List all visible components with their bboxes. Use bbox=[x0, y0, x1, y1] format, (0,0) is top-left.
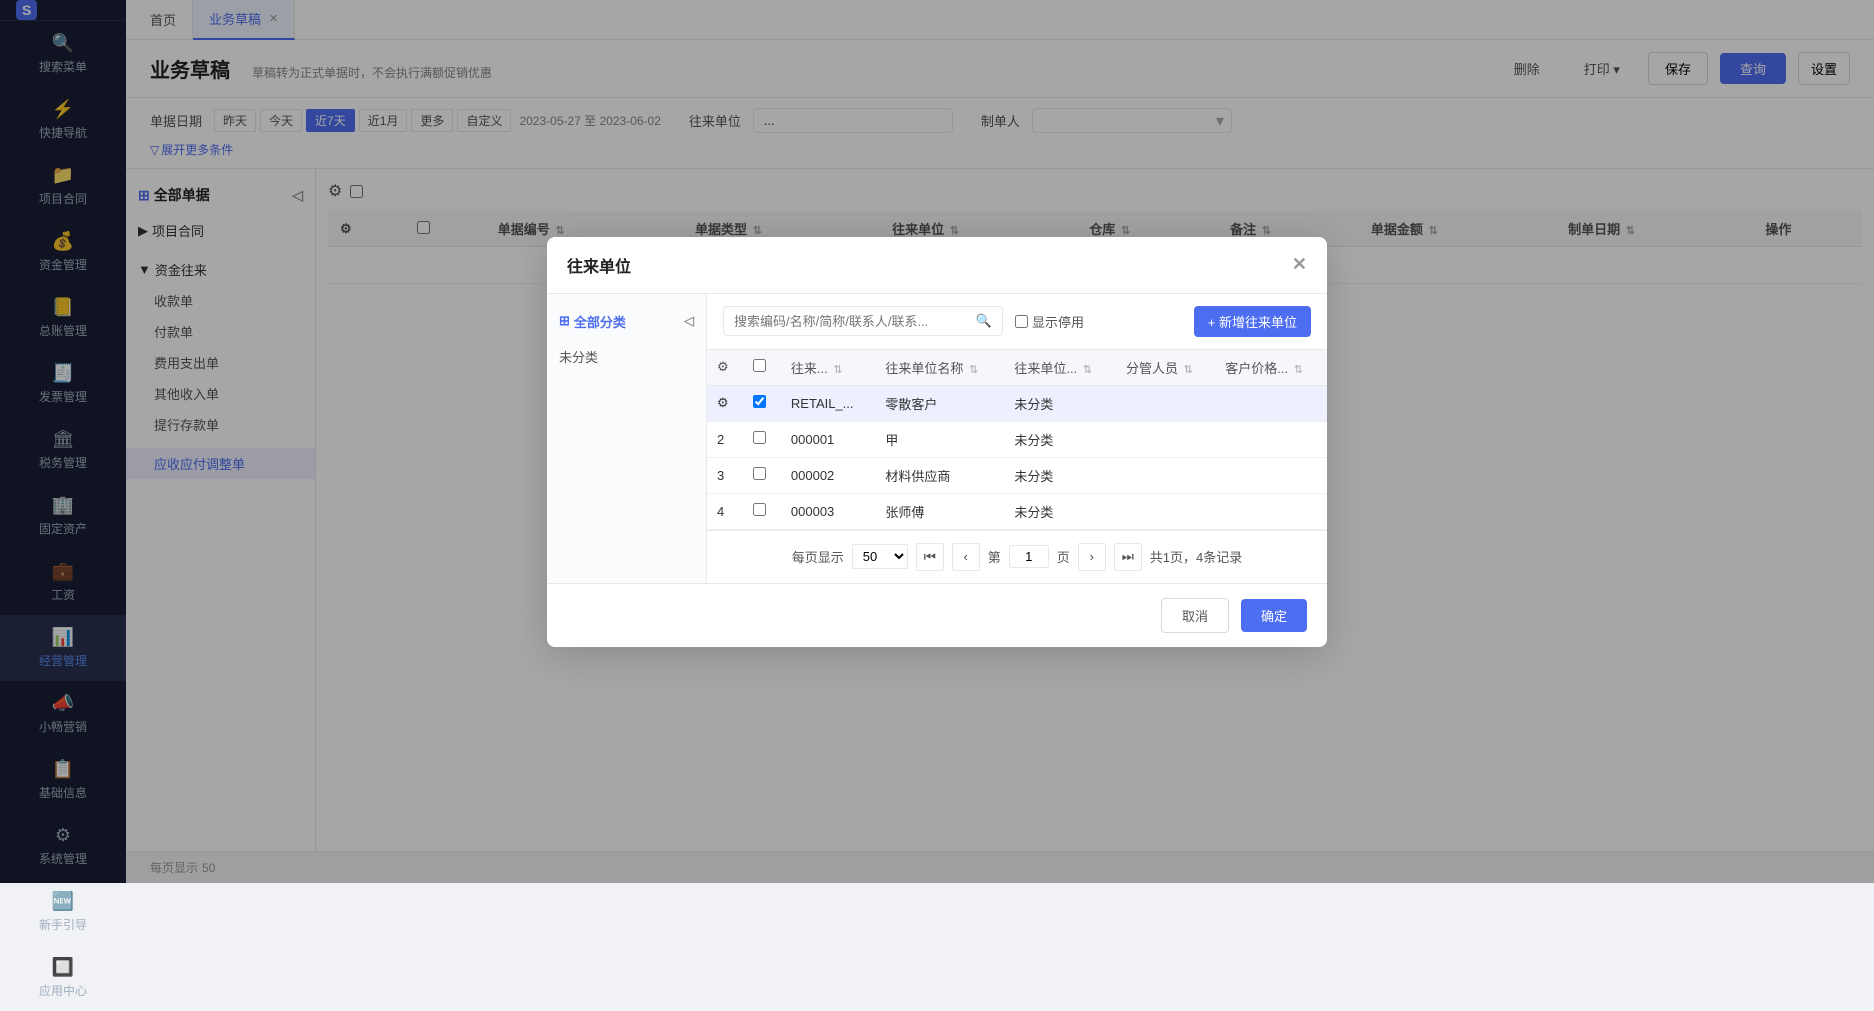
cancel-button[interactable]: 取消 bbox=[1161, 598, 1229, 633]
row-price bbox=[1215, 385, 1327, 421]
row-checkbox[interactable] bbox=[753, 431, 766, 444]
dtcol-code: 往来... ⇅ bbox=[781, 350, 875, 386]
row-price bbox=[1215, 421, 1327, 457]
dialog-title: 往来单位 bbox=[567, 253, 631, 277]
page-label: 第 bbox=[988, 547, 1001, 566]
row-check bbox=[743, 493, 781, 529]
row-code: 000001 bbox=[781, 421, 875, 457]
table-row[interactable]: 4 000003 张师傅 未分类 bbox=[707, 493, 1327, 529]
dialog-pagination: 每页显示 50 10 20 100 ⏮ ‹ 第 页 › ⏭ 共1页，4条记录 bbox=[707, 530, 1327, 583]
dialog-search-input-wrap: 🔍 bbox=[723, 306, 1003, 336]
row-manager bbox=[1116, 421, 1215, 457]
row-price bbox=[1215, 493, 1327, 529]
apps-icon: 🔲 bbox=[52, 957, 74, 978]
prev-page-button[interactable]: ‹ bbox=[952, 543, 980, 571]
dialog-footer: 取消 确定 bbox=[547, 583, 1327, 647]
dialog-search-bar: 🔍 显示停用 + 新增往来单位 bbox=[707, 294, 1327, 350]
row-manager bbox=[1116, 385, 1215, 421]
dialog-table-wrap: ⚙ 往来... ⇅ 往来单位名称 ⇅ 往来单位... ⇅ 分管人员 ⇅ 客户价格… bbox=[707, 350, 1327, 530]
row-no: 2 bbox=[707, 421, 743, 457]
dialog-body: ⊞ 全部分类 ◁ 未分类 🔍 显示停用 bbox=[547, 294, 1327, 583]
row-checkbox[interactable] bbox=[753, 395, 766, 408]
dialog-overlay: 往来单位 ✕ ⊞ 全部分类 ◁ 未分类 bbox=[0, 0, 1874, 883]
row-name: 零散客户 bbox=[875, 385, 1004, 421]
row-name: 张师傅 bbox=[875, 493, 1004, 529]
row-category: 未分类 bbox=[1004, 385, 1116, 421]
row-category: 未分类 bbox=[1004, 493, 1116, 529]
dialog-category-unclassified[interactable]: 未分类 bbox=[547, 339, 706, 374]
add-contact-unit-button[interactable]: + 新增往来单位 bbox=[1194, 306, 1311, 337]
dialog-select-all[interactable] bbox=[753, 359, 766, 372]
dtcol-name: 往来单位名称 ⇅ bbox=[875, 350, 1004, 386]
row-code: 000003 bbox=[781, 493, 875, 529]
show-disabled-checkbox[interactable] bbox=[1015, 315, 1028, 328]
row-manager bbox=[1116, 457, 1215, 493]
row-category: 未分类 bbox=[1004, 421, 1116, 457]
dtcol-price: 客户价格... ⇅ bbox=[1215, 350, 1327, 386]
dialog-category-panel: ⊞ 全部分类 ◁ 未分类 bbox=[547, 294, 707, 583]
first-page-button[interactable]: ⏮ bbox=[916, 543, 944, 571]
row-checkbox[interactable] bbox=[753, 467, 766, 480]
row-check bbox=[743, 421, 781, 457]
dtcol-check bbox=[743, 350, 781, 386]
dialog-category-header: ⊞ 全部分类 ◁ bbox=[547, 304, 706, 339]
search-icon: 🔍 bbox=[976, 313, 992, 329]
dialog-close-button[interactable]: ✕ bbox=[1292, 254, 1307, 275]
dtcol-manager: 分管人员 ⇅ bbox=[1116, 350, 1215, 386]
dialog-header: 往来单位 ✕ bbox=[547, 237, 1327, 294]
sidebar-item-apps[interactable]: 🔲 应用中心 bbox=[0, 945, 126, 1011]
contact-unit-dialog: 往来单位 ✕ ⊞ 全部分类 ◁ 未分类 bbox=[547, 237, 1327, 647]
row-gear: ⚙ bbox=[707, 385, 743, 421]
row-name: 材料供应商 bbox=[875, 457, 1004, 493]
page-number-input[interactable] bbox=[1009, 545, 1049, 568]
dialog-right-panel: 🔍 显示停用 + 新增往来单位 ⚙ bbox=[707, 294, 1327, 583]
table-row[interactable]: 3 000002 材料供应商 未分类 bbox=[707, 457, 1327, 493]
row-code: 000002 bbox=[781, 457, 875, 493]
show-disabled-checkbox-label[interactable]: 显示停用 bbox=[1015, 312, 1084, 331]
confirm-button[interactable]: 确定 bbox=[1241, 599, 1307, 632]
per-page-label: 每页显示 bbox=[792, 547, 844, 566]
table-row[interactable]: ⚙ RETAIL_... 零散客户 未分类 bbox=[707, 385, 1327, 421]
row-check bbox=[743, 385, 781, 421]
sidebar-item-guide[interactable]: 🆕 新手引导 bbox=[0, 879, 126, 945]
row-price bbox=[1215, 457, 1327, 493]
row-name: 甲 bbox=[875, 421, 1004, 457]
dialog-search-field[interactable] bbox=[734, 314, 972, 329]
row-category: 未分类 bbox=[1004, 457, 1116, 493]
last-page-button[interactable]: ⏭ bbox=[1114, 543, 1142, 571]
dialog-table: ⚙ 往来... ⇅ 往来单位名称 ⇅ 往来单位... ⇅ 分管人员 ⇅ 客户价格… bbox=[707, 350, 1327, 530]
dtcol-gear-icon: ⚙ bbox=[717, 359, 729, 374]
per-page-select[interactable]: 50 10 20 100 bbox=[852, 544, 908, 569]
dtcol-category: 往来单位... ⇅ bbox=[1004, 350, 1116, 386]
dtcol-gear: ⚙ bbox=[707, 350, 743, 386]
row-code: RETAIL_... bbox=[781, 385, 875, 421]
page-unit: 页 bbox=[1057, 547, 1070, 566]
row-no: 3 bbox=[707, 457, 743, 493]
guide-icon: 🆕 bbox=[52, 891, 74, 912]
row-check bbox=[743, 457, 781, 493]
table-row[interactable]: 2 000001 甲 未分类 bbox=[707, 421, 1327, 457]
row-checkbox[interactable] bbox=[753, 503, 766, 516]
row-no: 4 bbox=[707, 493, 743, 529]
dialog-panel-collapse-icon[interactable]: ◁ bbox=[684, 313, 694, 329]
grid-cat-icon: ⊞ bbox=[559, 313, 570, 329]
row-manager bbox=[1116, 493, 1215, 529]
total-records-label: 共1页，4条记录 bbox=[1150, 547, 1242, 566]
next-page-button[interactable]: › bbox=[1078, 543, 1106, 571]
